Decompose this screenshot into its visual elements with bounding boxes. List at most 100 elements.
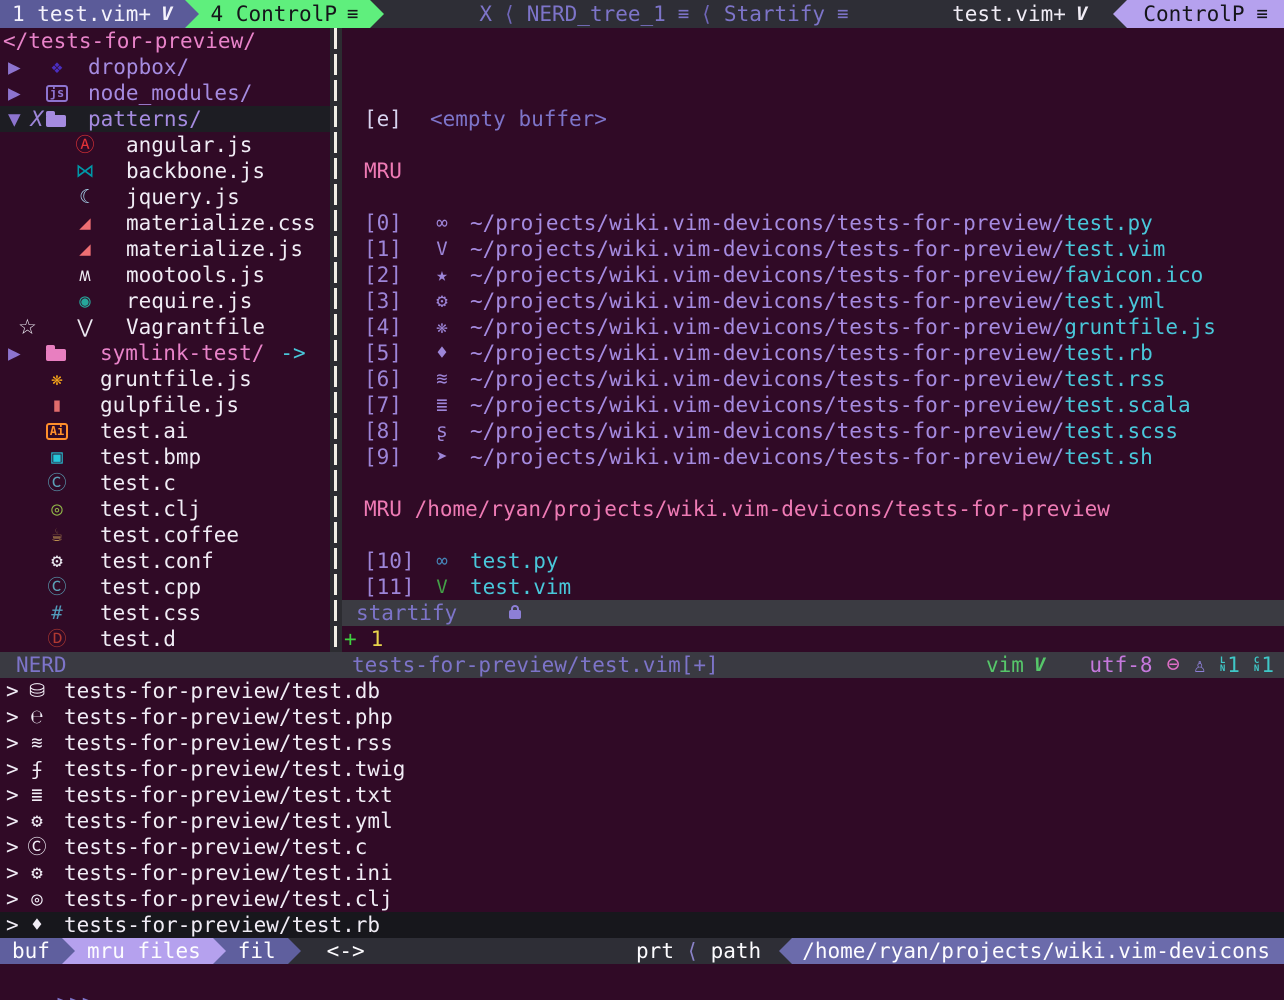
tree-item[interactable]: Ⓒ test.cpp: [0, 574, 330, 600]
tree-item[interactable]: ☕ test.coffee: [0, 522, 330, 548]
buffer-startify[interactable]: Startify ≡: [724, 0, 849, 28]
tree-item[interactable]: ◎ test.clj: [0, 496, 330, 522]
tree-item[interactable]: Ai test.ai: [0, 418, 330, 444]
encoding-label: utf-8: [1089, 652, 1152, 678]
gulp-icon: ▮: [44, 392, 70, 418]
mode-buf-segment[interactable]: buf: [0, 938, 62, 964]
tree-item[interactable]: ▶ js node_modules/: [0, 80, 330, 106]
file-name: mootools.js: [126, 262, 265, 288]
tree-item[interactable]: Ⓓ test.d: [0, 626, 330, 652]
tree-item[interactable]: # test.css: [0, 600, 330, 626]
mru-entry[interactable]: [9] ➤ ~/projects/wiki.vim-devicons/tests…: [342, 444, 1284, 470]
mru-entry[interactable]: [5] ♦ ~/projects/wiki.vim-devicons/tests…: [342, 340, 1284, 366]
ctrlp-prompt-input[interactable]: >>> _: [0, 964, 1284, 1000]
tree-item[interactable]: ▼ X patterns/: [0, 106, 330, 132]
mru-entry[interactable]: [11] V test.vim: [342, 574, 1284, 600]
startify-winbar: startify: [342, 600, 1284, 626]
ctrlp-result-row[interactable]: > ≋ tests-for-preview/test.rss: [0, 730, 1284, 756]
shell-icon: ➤: [426, 444, 458, 470]
tab-controlp-active[interactable]: 4 ControlP ≡: [199, 0, 371, 28]
ctrlp-result-row[interactable]: > ℮ tests-for-preview/test.php: [0, 704, 1284, 730]
tree-item[interactable]: ☾ jquery.js: [0, 184, 330, 210]
ctrlp-result-row[interactable]: > ⛁ tests-for-preview/test.db: [0, 678, 1284, 704]
winbar-title: startify: [356, 600, 457, 626]
file-name: node_modules/: [88, 80, 252, 106]
materialize-icon: ◢: [72, 210, 98, 236]
php-icon: ℮: [24, 704, 50, 730]
result-marker: >: [0, 756, 24, 782]
expander-arrow-icon[interactable]: ▶: [8, 340, 21, 366]
mru-entry[interactable]: [4] ❋ ~/projects/wiki.vim-devicons/tests…: [342, 314, 1284, 340]
mru-entry[interactable]: [8] ʂ ~/projects/wiki.vim-devicons/tests…: [342, 418, 1284, 444]
tree-item[interactable]: ▶ symlink-test/ ->: [0, 340, 330, 366]
tab-test-vim[interactable]: 1 test.vim+ V: [0, 0, 185, 28]
tree-item[interactable]: Ⓐ angular.js: [0, 132, 330, 158]
file-name: gruntfile.js: [100, 366, 252, 392]
mru-entry[interactable]: [3] ⚙ ~/projects/wiki.vim-devicons/tests…: [342, 288, 1284, 314]
entry-filename: test.rb: [1064, 341, 1153, 365]
tree-item[interactable]: ◢ materialize.css: [0, 210, 330, 236]
mru-entry[interactable]: [2] ★ ~/projects/wiki.vim-devicons/tests…: [342, 262, 1284, 288]
flag-icon: X: [31, 106, 44, 132]
result-path: tests-for-preview/test.yml: [64, 808, 393, 834]
vim-icon: V: [426, 574, 458, 600]
entry-filename: test.rss: [1064, 367, 1165, 391]
ctrlp-result-row[interactable]: > ≣ tests-for-preview/test.txt: [0, 782, 1284, 808]
ctrlp-result-row[interactable]: > ⚙ tests-for-preview/test.ini: [0, 860, 1284, 886]
path-mode-label[interactable]: path: [711, 938, 762, 964]
entry-index: [2]: [364, 262, 426, 288]
result-path: tests-for-preview/test.rss: [64, 730, 393, 756]
result-path: tests-for-preview/test.c: [64, 834, 367, 860]
expander-arrow-icon[interactable]: ▶: [8, 54, 21, 80]
result-path: tests-for-preview/test.clj: [64, 886, 393, 912]
clojure-icon: ◎: [44, 496, 70, 522]
tree-item[interactable]: ❋ gruntfile.js: [0, 366, 330, 392]
tree-root[interactable]: </tests-for-preview/: [0, 28, 330, 54]
prompt-symbol: >>>: [57, 991, 95, 1000]
mru-entry[interactable]: [10] ∞ test.py: [342, 548, 1284, 574]
thin-separator-icon: ⟨: [700, 0, 713, 28]
tab-label: 1 test.vim+: [12, 0, 151, 28]
tree-item[interactable]: ▶ ❖ dropbox/: [0, 54, 330, 80]
tree-item[interactable]: ▣ test.bmp: [0, 444, 330, 470]
ctrlp-result-row[interactable]: > ♦ tests-for-preview/test.rb: [0, 912, 1284, 938]
expander-arrow-icon[interactable]: ▶: [8, 80, 21, 106]
ctrlp-result-row[interactable]: > Ⓒ tests-for-preview/test.c: [0, 834, 1284, 860]
file-name: test.ai: [100, 418, 189, 444]
tree-item[interactable]: ☆ ⋁ Vagrantfile: [0, 314, 330, 340]
result-marker: >: [0, 860, 24, 886]
tree-item[interactable]: ⚙ test.conf: [0, 548, 330, 574]
cpp-icon: Ⓒ: [44, 574, 70, 600]
yaml-gear-icon: ⚙: [24, 808, 50, 834]
entry-path: ~/projects/wiki.vim-devicons/tests-for-p…: [470, 444, 1153, 470]
sort-order-indicator[interactable]: <->: [327, 938, 365, 964]
buffer-nerdtree[interactable]: NERD_tree_1 ≡: [527, 0, 690, 28]
mode-mru-files-segment[interactable]: mru files: [75, 938, 213, 964]
ctrlp-result-row[interactable]: > ◎ tests-for-preview/test.clj: [0, 886, 1284, 912]
tree-item[interactable]: ⋈ backbone.js: [0, 158, 330, 184]
tree-item[interactable]: Ⓒ test.c: [0, 470, 330, 496]
mru-entry[interactable]: [7] ≣ ~/projects/wiki.vim-devicons/tests…: [342, 392, 1284, 418]
window-split-separator[interactable]: [330, 28, 342, 652]
mode-fil-segment[interactable]: fil: [226, 938, 288, 964]
mru-entry[interactable]: [0] ∞ ~/projects/wiki.vim-devicons/tests…: [342, 210, 1284, 236]
tab-label: 4 ControlP: [211, 0, 337, 28]
ctrlp-result-row[interactable]: > ⚙ tests-for-preview/test.yml: [0, 808, 1284, 834]
entry-path: ~/projects/wiki.vim-devicons/tests-for-p…: [470, 418, 1178, 444]
mru-section-header: MRU: [342, 158, 1284, 184]
result-marker: >: [0, 834, 24, 860]
tree-item[interactable]: ◢ materialize.js: [0, 236, 330, 262]
entry-index: [3]: [364, 288, 426, 314]
ctrlp-result-row[interactable]: > ʄ tests-for-preview/test.twig: [0, 756, 1284, 782]
thin-separator-icon: ⟨: [503, 0, 516, 28]
entry-filename: test.sh: [1064, 445, 1153, 469]
tree-item[interactable]: ◉ require.js: [0, 288, 330, 314]
startify-empty-buffer[interactable]: [e] <empty buffer>: [342, 106, 1284, 132]
close-buffer-button[interactable]: X: [479, 0, 492, 28]
mru-entry[interactable]: [6] ≋ ~/projects/wiki.vim-devicons/tests…: [342, 366, 1284, 392]
tab-controlp-right[interactable]: ControlP ≡: [1127, 0, 1284, 28]
mru-entry[interactable]: [1] V ~/projects/wiki.vim-devicons/tests…: [342, 236, 1284, 262]
tree-item[interactable]: ▮ gulpfile.js: [0, 392, 330, 418]
tree-item[interactable]: ʍ mootools.js: [0, 262, 330, 288]
expander-arrow-icon[interactable]: ▼: [8, 106, 21, 132]
